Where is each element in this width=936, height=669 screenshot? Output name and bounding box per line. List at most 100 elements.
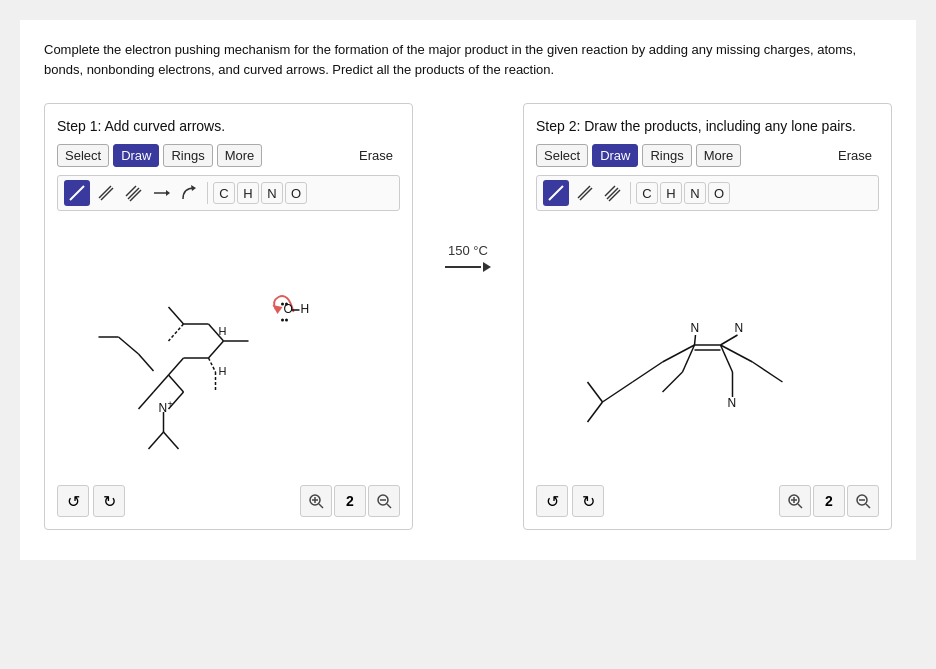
svg-point-35 [285, 319, 288, 322]
svg-line-12 [169, 375, 184, 392]
panel2-zoom-controls: 2 [779, 485, 879, 517]
svg-text:H: H [219, 325, 227, 337]
panel1-redo-btn[interactable]: ↻ [93, 485, 125, 517]
svg-line-63 [683, 345, 695, 372]
panel2-molecule-svg: N N [536, 217, 879, 477]
divider2 [630, 182, 631, 204]
svg-line-71 [588, 382, 603, 402]
panel1-triple-bond-tool[interactable] [120, 180, 146, 206]
panel2-draw-btn[interactable]: Draw [592, 144, 638, 167]
svg-text:N: N [691, 321, 700, 335]
panel1-carbon-btn[interactable]: C [213, 182, 235, 204]
panel1-undo-btn[interactable]: ↺ [57, 485, 89, 517]
panel2-triple-bond-tool[interactable] [599, 180, 625, 206]
panel2-bottom-bar: ↺ ↻ 2 [536, 485, 879, 517]
svg-line-16 [149, 432, 164, 449]
svg-line-40 [169, 324, 184, 341]
panel2-undo-redo: ↺ ↻ [536, 485, 604, 517]
svg-line-48 [549, 186, 563, 200]
panel2-erase-btn[interactable]: Erase [831, 145, 879, 166]
panel2-more-btn[interactable]: More [696, 144, 742, 167]
panel2-select-btn[interactable]: Select [536, 144, 588, 167]
panel1-select-btn[interactable]: Select [57, 144, 109, 167]
panel1-rings-btn[interactable]: Rings [163, 144, 212, 167]
svg-line-13 [154, 375, 169, 392]
reaction-arrow: 150 °C [433, 103, 503, 272]
reaction-temp: 150 °C [448, 243, 488, 258]
svg-line-61 [721, 345, 753, 362]
svg-line-37 [139, 354, 154, 371]
svg-line-57 [633, 362, 663, 382]
panel1-nitrogen-btn[interactable]: N [261, 182, 283, 204]
panel1-molecule-svg: N + [57, 217, 400, 477]
panel2-undo-btn[interactable]: ↺ [536, 485, 568, 517]
svg-line-42 [319, 504, 323, 508]
panel1-draw-btn[interactable]: Draw [113, 144, 159, 167]
panel1-oxygen-btn[interactable]: O [285, 182, 307, 204]
panel2-rings-btn[interactable]: Rings [642, 144, 691, 167]
divider1 [207, 182, 208, 204]
svg-line-24 [209, 358, 216, 372]
svg-line-14 [139, 392, 154, 409]
page: Complete the electron pushing mechanism … [20, 20, 916, 560]
arrow-line [445, 262, 491, 272]
instructions: Complete the electron pushing mechanism … [44, 40, 892, 79]
svg-line-70 [588, 402, 603, 422]
panel2-title: Step 2: Draw the products, including any… [536, 118, 879, 134]
panel1-hydrogen-btn[interactable]: H [237, 182, 259, 204]
panel2-redo-btn[interactable]: ↻ [572, 485, 604, 517]
panel2-oxygen-btn[interactable]: O [708, 182, 730, 204]
panel1-undo-redo: ↺ ↻ [57, 485, 125, 517]
panel1-zoom-in-btn[interactable] [300, 485, 332, 517]
svg-line-62 [753, 362, 783, 382]
svg-line-20 [209, 341, 224, 358]
svg-line-67 [721, 335, 738, 345]
panel2-zoom-in-btn[interactable] [779, 485, 811, 517]
arrow-head [483, 262, 491, 272]
panel2-zoom-reset-btn[interactable]: 2 [813, 485, 845, 517]
panel2-carbon-btn[interactable]: C [636, 182, 658, 204]
panel1-curved-arrow-tool[interactable] [176, 180, 202, 206]
panel1-bottom-bar: ↺ ↻ 2 [57, 485, 400, 517]
svg-point-33 [285, 303, 288, 306]
svg-line-3 [126, 186, 136, 196]
panel2-single-bond-tool[interactable] [543, 180, 569, 206]
panel1-more-btn[interactable]: More [217, 144, 263, 167]
svg-line-66 [695, 335, 696, 345]
panel1-single-bond-tool[interactable] [64, 180, 90, 206]
panel1-zoom-controls: 2 [300, 485, 400, 517]
panel1-double-bond-tool[interactable] [92, 180, 118, 206]
svg-marker-7 [166, 190, 170, 196]
panel2-draw-tools: C H N O [536, 175, 879, 211]
panel2-toolbar: Select Draw Rings More Erase [536, 144, 879, 167]
panel1-drawing-area[interactable]: N + [57, 217, 400, 477]
svg-line-65 [721, 345, 733, 372]
panel-step1: Step 1: Add curved arrows. Select Draw R… [44, 103, 413, 530]
panel2-zoom-out-btn[interactable] [847, 485, 879, 517]
svg-point-32 [281, 303, 284, 306]
svg-text:O: O [284, 302, 293, 316]
panel2-drawing-area[interactable]: N N [536, 217, 879, 477]
svg-line-73 [798, 504, 802, 508]
panel1-erase-btn[interactable]: Erase [352, 145, 400, 166]
arrow-shaft [445, 266, 481, 268]
svg-line-77 [866, 504, 870, 508]
svg-text:H: H [219, 365, 227, 377]
panel1-toolbar: Select Draw Rings More Erase [57, 144, 400, 167]
panel1-zoom-reset-btn[interactable]: 2 [334, 485, 366, 517]
panel1-zoom-out-btn[interactable] [368, 485, 400, 517]
panel2-hydrogen-btn[interactable]: H [660, 182, 682, 204]
svg-text:H: H [301, 302, 310, 316]
panel2-double-bond-tool[interactable] [571, 180, 597, 206]
svg-point-34 [281, 319, 284, 322]
svg-line-64 [663, 372, 683, 392]
svg-line-36 [119, 337, 139, 354]
svg-line-23 [169, 307, 184, 324]
panel1-title: Step 1: Add curved arrows. [57, 118, 400, 134]
panel2-nitrogen-btn[interactable]: N [684, 182, 706, 204]
panel1-arrow-tool[interactable] [148, 180, 174, 206]
svg-line-46 [387, 504, 391, 508]
panel1-draw-tools: C H N O [57, 175, 400, 211]
svg-line-51 [605, 186, 615, 196]
panels-row: Step 1: Add curved arrows. Select Draw R… [44, 103, 892, 530]
